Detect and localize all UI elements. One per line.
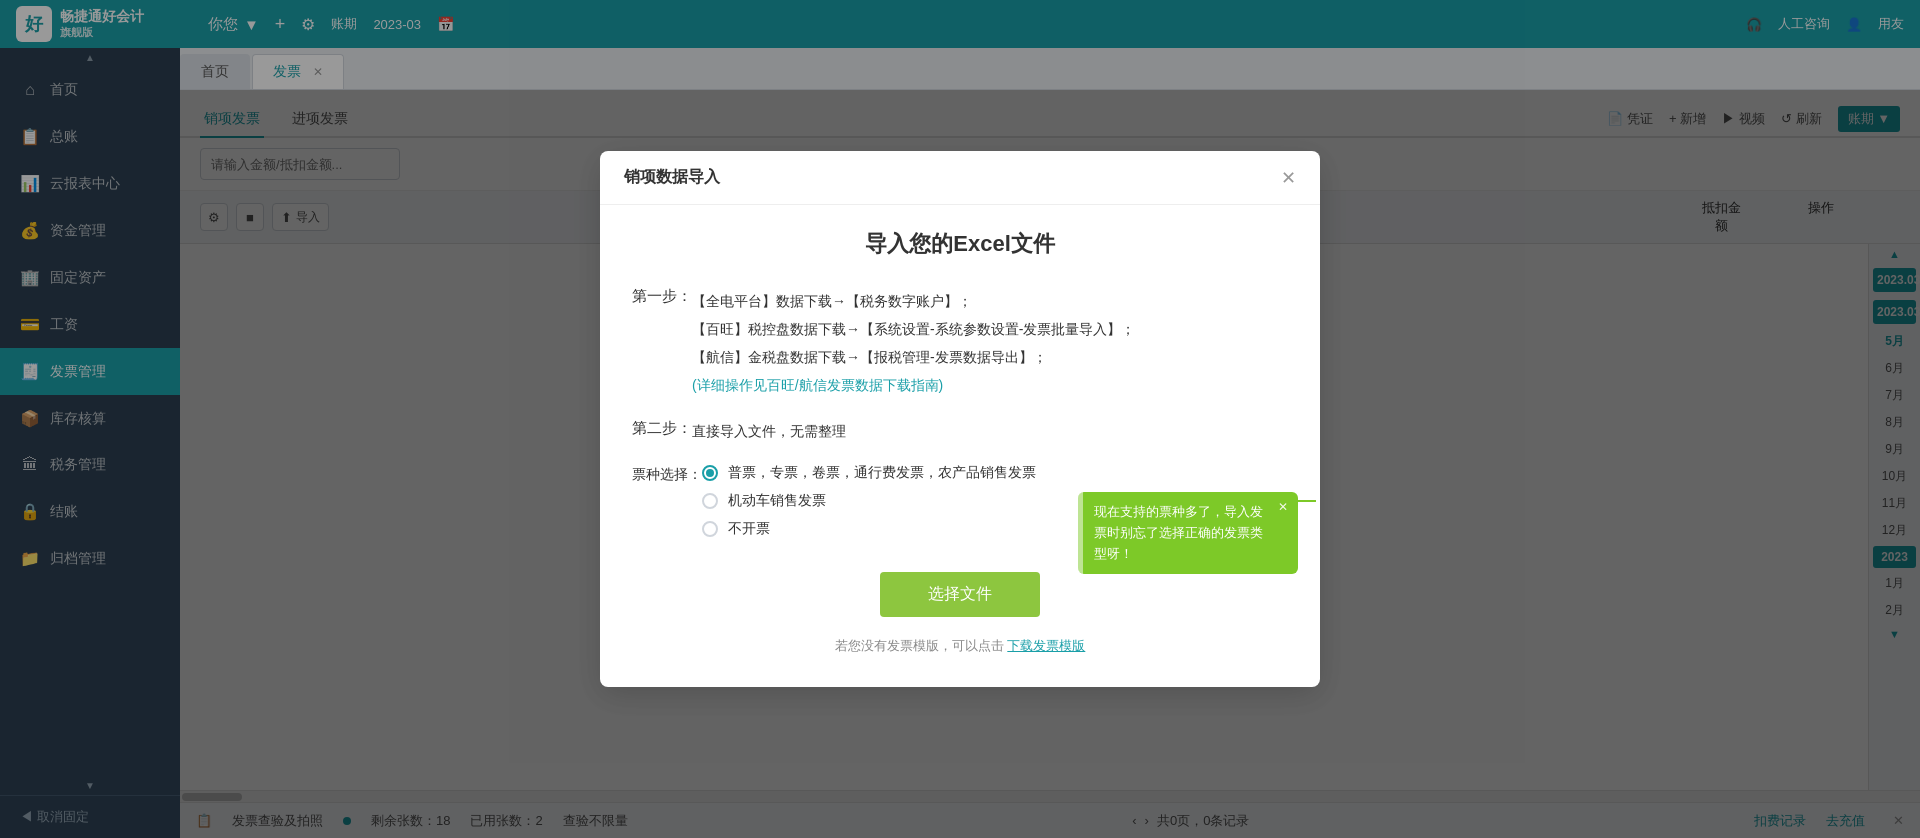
dialog-footer: 若您没有发票模版，可以点击 下载发票模版 bbox=[632, 637, 1288, 655]
dialog-close-btn[interactable]: ✕ bbox=[1281, 169, 1296, 187]
select-file-area: 选择文件 bbox=[632, 572, 1288, 617]
select-file-btn[interactable]: 选择文件 bbox=[880, 572, 1040, 617]
ticket-option-motor[interactable]: 机动车销售发票 bbox=[702, 492, 1036, 510]
dialog-overlay: 销项数据导入 ✕ 导入您的Excel文件 第一步： 【全电平台】数据下载→【税务… bbox=[0, 0, 1920, 838]
step2-block: 第二步： 直接导入文件，无需整理 bbox=[632, 419, 1288, 444]
tooltip-close-btn[interactable]: ✕ bbox=[1278, 498, 1288, 517]
dialog-body: 导入您的Excel文件 第一步： 【全电平台】数据下载→【税务数字账户】； 【百… bbox=[600, 205, 1320, 687]
dialog-title: 销项数据导入 bbox=[624, 167, 720, 188]
step1-link: (详细操作见百旺/航信发票数据下载指南) bbox=[692, 371, 1135, 399]
ticket-select: 票种选择： 普票，专票，卷票，通行费发票，农产品销售发票 机动车销售发票 bbox=[632, 464, 1288, 548]
step1-block: 第一步： 【全电平台】数据下载→【税务数字账户】； 【百旺】税控盘数据下载→【系… bbox=[632, 287, 1288, 399]
step2-content: 直接导入文件，无需整理 bbox=[692, 423, 846, 441]
ticket-option-none[interactable]: 不开票 bbox=[702, 520, 1036, 538]
ticket-label-normal: 普票，专票，卷票，通行费发票，农产品销售发票 bbox=[728, 464, 1036, 482]
radio-motor[interactable] bbox=[702, 493, 718, 509]
step1-line1: 【全电平台】数据下载→【税务数字账户】； bbox=[692, 287, 1135, 315]
step2-label: 第二步： bbox=[632, 419, 692, 438]
dialog-header: 销项数据导入 ✕ bbox=[600, 151, 1320, 205]
dialog-main-title: 导入您的Excel文件 bbox=[632, 229, 1288, 259]
tooltip-text: 现在支持的票种多了，导入发票时别忘了选择正确的发票类型呀！ bbox=[1094, 504, 1263, 561]
ticket-label-motor: 机动车销售发票 bbox=[728, 492, 826, 510]
ticket-label-none: 不开票 bbox=[728, 520, 770, 538]
step1-line2: 【百旺】税控盘数据下载→【系统设置-系统参数设置-发票批量导入】； bbox=[692, 315, 1135, 343]
radio-none[interactable] bbox=[702, 521, 718, 537]
radio-normal[interactable] bbox=[702, 465, 718, 481]
tooltip-bar bbox=[1078, 492, 1083, 574]
step1-line3: 【航信】金税盘数据下载→【报税管理-发票数据导出】； bbox=[692, 343, 1135, 371]
import-dialog: 销项数据导入 ✕ 导入您的Excel文件 第一步： 【全电平台】数据下载→【税务… bbox=[600, 151, 1320, 687]
footer-text: 若您没有发票模版，可以点击 bbox=[835, 638, 1004, 653]
download-template-link[interactable]: 下载发票模版 bbox=[1007, 638, 1085, 653]
step1-label: 第一步： bbox=[632, 287, 692, 306]
step1-link-text[interactable]: (详细操作见百旺/航信发票数据下载指南) bbox=[692, 377, 943, 393]
ticket-label: 票种选择： bbox=[632, 464, 702, 484]
ticket-option-normal[interactable]: 普票，专票，卷票，通行费发票，农产品销售发票 bbox=[702, 464, 1036, 482]
tooltip-bubble: ✕ 现在支持的票种多了，导入发票时别忘了选择正确的发票类型呀！ bbox=[1078, 492, 1298, 574]
